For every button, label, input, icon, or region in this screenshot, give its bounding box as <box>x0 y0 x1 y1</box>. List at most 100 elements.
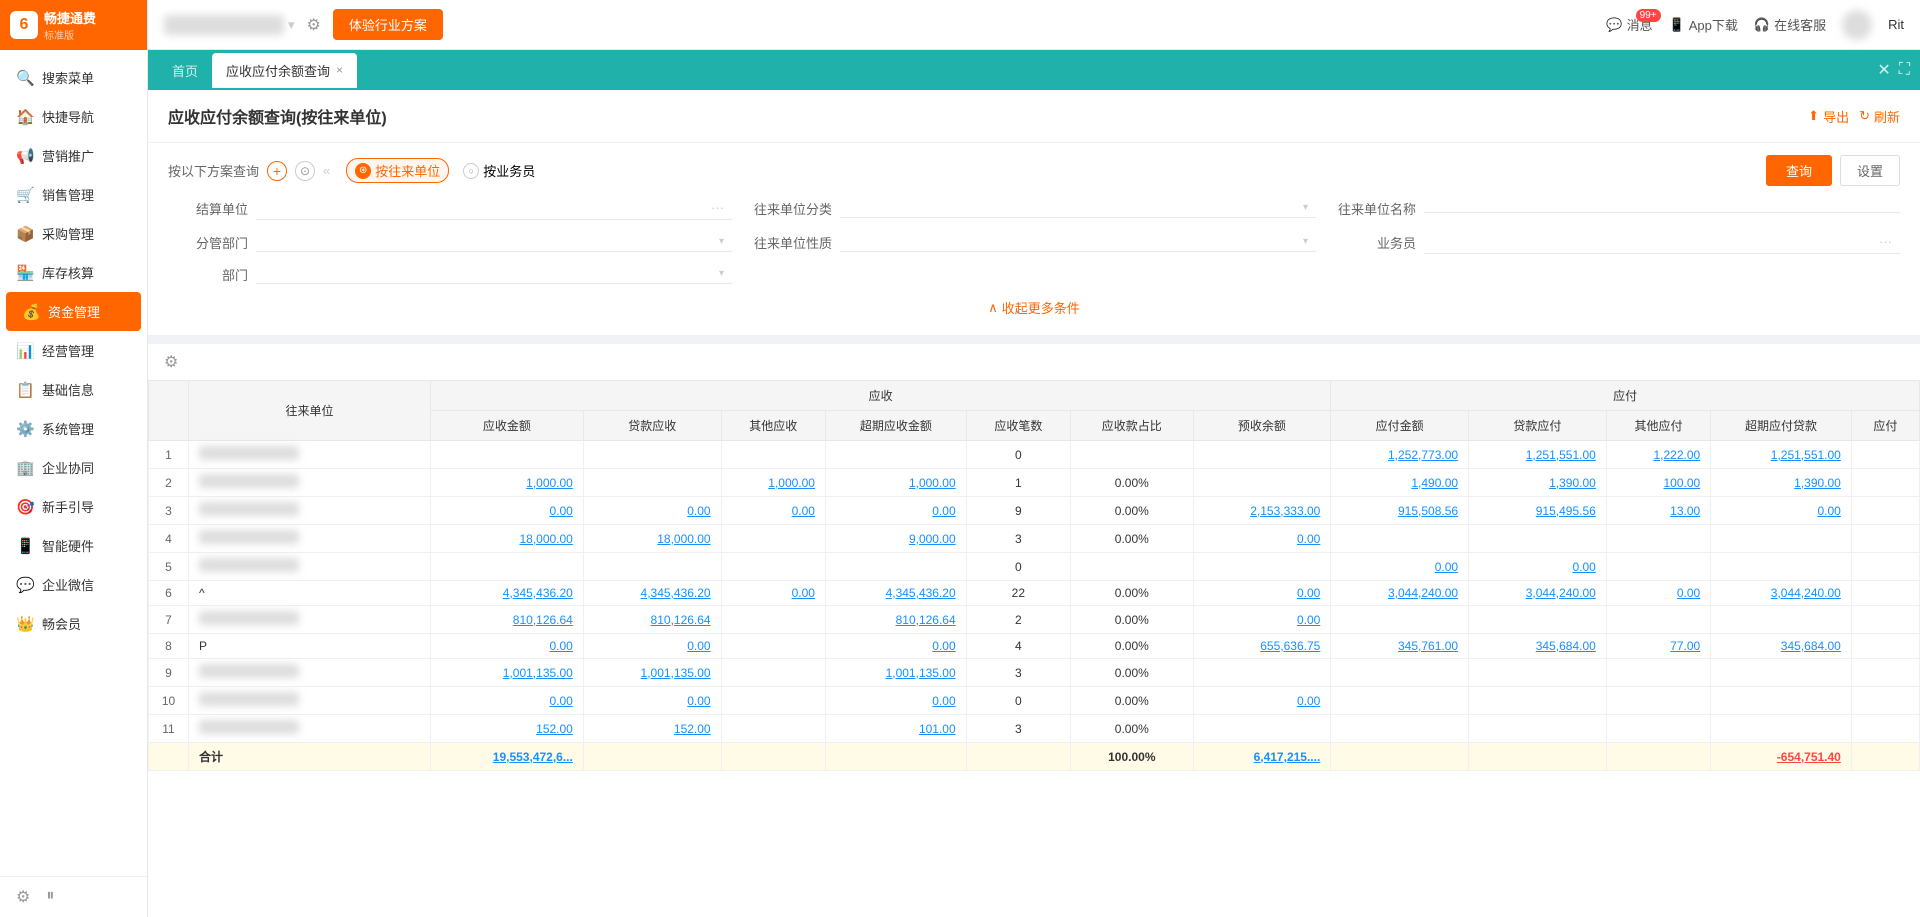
partner-category-select[interactable]: ▾ <box>840 198 1316 218</box>
collapse-more-conditions[interactable]: ∧ 收起更多条件 <box>982 292 1086 323</box>
dept-select[interactable]: ▾ <box>256 264 732 284</box>
dept-manager-select[interactable]: ▾ <box>256 232 732 252</box>
ar-loan-cell[interactable]: 1,001,135.00 <box>583 659 721 687</box>
sidebar-collapse-icon[interactable]: ⏸ <box>46 887 54 907</box>
ar-amount-cell[interactable]: 0.00 <box>430 634 583 659</box>
ap-amount-cell[interactable]: 1,490.00 <box>1331 469 1469 497</box>
tab-home[interactable]: 首页 <box>158 53 212 88</box>
ar-amount-cell[interactable]: 1,001,135.00 <box>430 659 583 687</box>
message-item[interactable]: 💬 消息 99+ <box>1606 15 1652 34</box>
ar-amount-cell[interactable]: 18,000.00 <box>430 525 583 553</box>
ap-loan-cell[interactable]: 345,684.00 <box>1469 634 1607 659</box>
ar-overdue-cell[interactable]: 0.00 <box>825 634 966 659</box>
ap-other-cell[interactable]: 1,222.00 <box>1606 441 1710 469</box>
data-table-wrapper[interactable]: 往来单位 应收 应付 应收金额 贷款应收 其他应收 超期应收金额 应收笔数 应收… <box>148 380 1920 917</box>
ar-other-cell[interactable]: 0.00 <box>721 497 825 525</box>
ar-amount-cell[interactable]: 152.00 <box>430 715 583 743</box>
ar-prepaid-cell[interactable]: 0.00 <box>1193 687 1331 715</box>
sidebar-item-system[interactable]: ⚙️ 系统管理 <box>0 409 147 448</box>
ar-prepaid-cell[interactable]: 2,153,333.00 <box>1193 497 1331 525</box>
maximize-button[interactable]: ⛶ <box>1899 60 1910 80</box>
ap-overdue-cell[interactable]: 345,684.00 <box>1711 634 1852 659</box>
ar-overdue-cell[interactable]: 1,000.00 <box>825 469 966 497</box>
footer-ap-overdue[interactable]: -654,751.40 <box>1711 743 1852 771</box>
avatar[interactable] <box>1842 10 1872 40</box>
ar-overdue-cell[interactable]: 810,126.64 <box>825 606 966 634</box>
sidebar-item-corp[interactable]: 🏢 企业协同 <box>0 448 147 487</box>
sidebar-item-quick[interactable]: 🏠 快捷导航 <box>0 97 147 136</box>
ap-loan-cell[interactable]: 915,495.56 <box>1469 497 1607 525</box>
ar-overdue-cell[interactable]: 1,001,135.00 <box>825 659 966 687</box>
sidebar-item-guide[interactable]: 🎯 新手引导 <box>0 487 147 526</box>
sidebar-item-sales[interactable]: 🛒 销售管理 <box>0 175 147 214</box>
ar-loan-cell[interactable]: 4,345,436.20 <box>583 581 721 606</box>
ar-loan-cell[interactable]: 18,000.00 <box>583 525 721 553</box>
ap-overdue-cell[interactable]: 1,390.00 <box>1711 469 1852 497</box>
ar-overdue-cell[interactable]: 0.00 <box>825 687 966 715</box>
ar-loan-cell[interactable]: 0.00 <box>583 634 721 659</box>
ar-prepaid-cell[interactable]: 0.00 <box>1193 581 1331 606</box>
sidebar-item-ops[interactable]: 📊 经营管理 <box>0 331 147 370</box>
sidebar-item-search[interactable]: 🔍 搜索菜单 <box>0 58 147 97</box>
sidebar-item-marketing[interactable]: 📢 营销推广 <box>0 136 147 175</box>
ap-amount-cell[interactable]: 345,761.00 <box>1331 634 1469 659</box>
ap-loan-cell[interactable]: 1,251,551.00 <box>1469 441 1607 469</box>
ar-other-cell[interactable]: 1,000.00 <box>721 469 825 497</box>
sidebar-item-wechat[interactable]: 💬 企业微信 <box>0 565 147 604</box>
ar-overdue-cell[interactable]: 0.00 <box>825 497 966 525</box>
query-settings-button[interactable]: ⊙ <box>295 161 315 181</box>
ap-overdue-cell[interactable]: 3,044,240.00 <box>1711 581 1852 606</box>
ar-amount-cell[interactable]: 810,126.64 <box>430 606 583 634</box>
ar-overdue-cell[interactable]: 4,345,436.20 <box>825 581 966 606</box>
settings-page-button[interactable]: 设置 <box>1840 155 1900 186</box>
sidebar-item-member[interactable]: 👑 畅会员 <box>0 604 147 643</box>
tab-close-icon[interactable]: × <box>336 63 343 77</box>
partner-nature-select[interactable]: ▾ <box>840 232 1316 252</box>
ar-prepaid-cell[interactable]: 0.00 <box>1193 606 1331 634</box>
ar-loan-cell[interactable]: 152.00 <box>583 715 721 743</box>
online-service-item[interactable]: 🎧 在线客服 <box>1754 15 1826 34</box>
query-button[interactable]: 查询 <box>1766 155 1832 186</box>
footer-ar-prepaid[interactable]: 6,417,215.... <box>1193 743 1331 771</box>
ap-loan-cell[interactable]: 3,044,240.00 <box>1469 581 1607 606</box>
ap-amount-cell[interactable]: 915,508.56 <box>1331 497 1469 525</box>
sidebar-settings-icon[interactable]: ⚙ <box>16 887 30 907</box>
solution-button[interactable]: 体验行业方案 <box>333 9 443 40</box>
export-button[interactable]: ⬆ 导出 <box>1808 107 1849 126</box>
ar-amount-cell[interactable]: 4,345,436.20 <box>430 581 583 606</box>
app-download-item[interactable]: 📱 App下载 <box>1669 15 1738 34</box>
ar-prepaid-cell[interactable]: 655,636.75 <box>1193 634 1331 659</box>
ap-other-cell[interactable]: 0.00 <box>1606 581 1710 606</box>
ar-amount-cell[interactable]: 1,000.00 <box>430 469 583 497</box>
query-add-button[interactable]: + <box>267 161 287 181</box>
ar-loan-cell[interactable]: 0.00 <box>583 497 721 525</box>
ar-other-cell[interactable]: 0.00 <box>721 581 825 606</box>
query-option-partner[interactable]: ⊛ 按往来单位 <box>346 158 449 183</box>
sidebar-item-basic[interactable]: 📋 基础信息 <box>0 370 147 409</box>
partner-name-input[interactable] <box>1424 204 1900 213</box>
ap-loan-cell[interactable]: 1,390.00 <box>1469 469 1607 497</box>
ap-other-cell[interactable]: 13.00 <box>1606 497 1710 525</box>
tab-balance-query[interactable]: 应收应付余额查询 × <box>212 53 357 88</box>
table-settings-icon[interactable]: ⚙ <box>164 352 178 372</box>
sidebar-item-finance[interactable]: 💰 资金管理 <box>6 292 141 331</box>
ar-amount-cell[interactable]: 0.00 <box>430 687 583 715</box>
ap-amount-cell[interactable]: 1,252,773.00 <box>1331 441 1469 469</box>
settlement-input[interactable]: ··· <box>256 196 732 220</box>
refresh-button[interactable]: ↻ 刷新 <box>1859 107 1900 126</box>
query-option-salesperson[interactable]: ○ 按业务员 <box>455 159 543 182</box>
ar-prepaid-cell[interactable]: 0.00 <box>1193 525 1331 553</box>
ap-other-cell[interactable]: 77.00 <box>1606 634 1710 659</box>
ar-loan-cell[interactable]: 0.00 <box>583 687 721 715</box>
ap-loan-cell[interactable]: 0.00 <box>1469 553 1607 581</box>
ap-overdue-cell[interactable]: 0.00 <box>1711 497 1852 525</box>
ar-amount-cell[interactable]: 0.00 <box>430 497 583 525</box>
sidebar-item-inventory[interactable]: 🏪 库存核算 <box>0 253 147 292</box>
ap-overdue-cell[interactable]: 1,251,551.00 <box>1711 441 1852 469</box>
sidebar-item-hardware[interactable]: 📱 智能硬件 <box>0 526 147 565</box>
ar-overdue-cell[interactable]: 101.00 <box>825 715 966 743</box>
sidebar-item-purchase[interactable]: 📦 采购管理 <box>0 214 147 253</box>
footer-ar-total[interactable]: 19,553,472,6... <box>430 743 583 771</box>
ap-amount-cell[interactable]: 0.00 <box>1331 553 1469 581</box>
topbar-gear-icon[interactable]: ⚙ <box>307 15 321 35</box>
